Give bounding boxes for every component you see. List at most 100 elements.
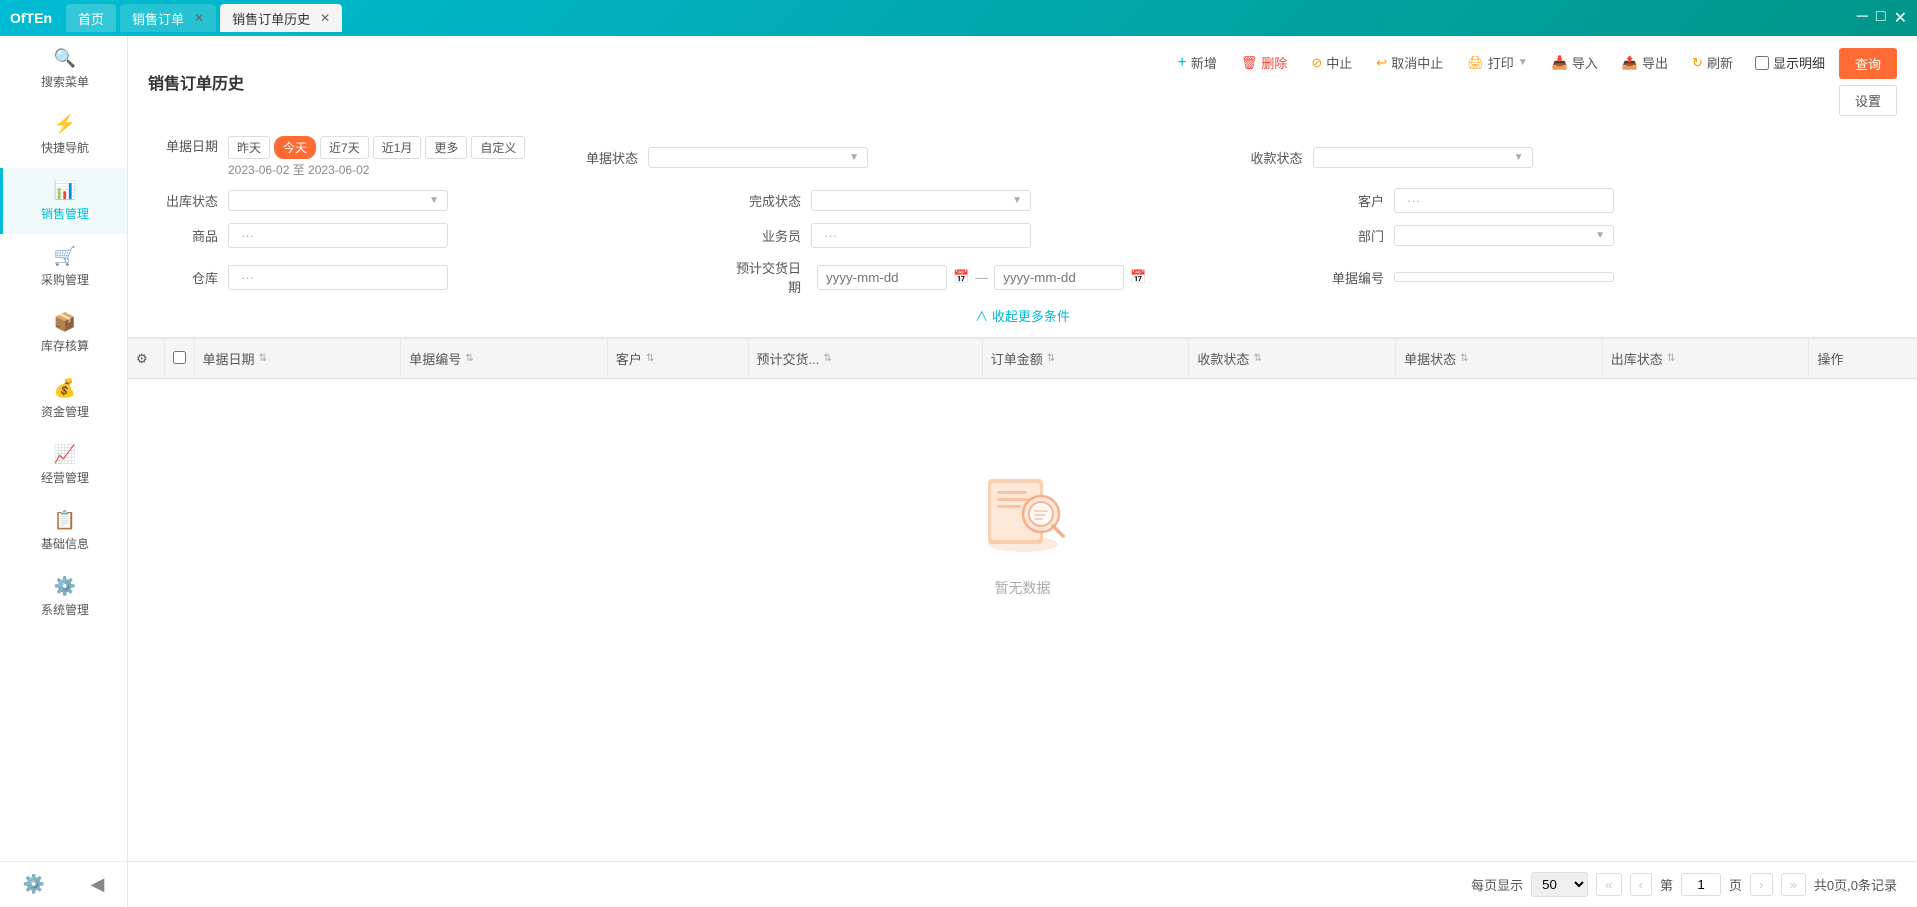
calendar-from-icon[interactable]: 📅 [953, 269, 969, 285]
date-btn-today[interactable]: 今天 [274, 136, 316, 159]
date-btn-more[interactable]: 更多 [425, 136, 467, 159]
date-btn-1month[interactable]: 近1月 [373, 136, 422, 159]
collapse-up-icon: ∧ [975, 309, 988, 324]
order-no-sort-btn[interactable]: 单据编号 ⇅ [409, 349, 599, 368]
customer-dots-icon[interactable]: ··· [1407, 193, 1420, 208]
table-area: ⚙ 单据日期 ⇅ 单据编号 [128, 339, 1917, 861]
delivery-date-to-input[interactable] [994, 265, 1124, 290]
order-status-sort-btn[interactable]: 单据状态 ⇅ [1404, 349, 1594, 368]
complete-status-label: 完成状态 [731, 191, 811, 210]
new-icon: + [1177, 54, 1186, 72]
sidebar-item-operations-label: 经营管理 [41, 469, 89, 486]
new-button[interactable]: + 新增 [1167, 48, 1226, 77]
receipt-status-column-header: 收款状态 ⇅ [1189, 339, 1396, 379]
date-btn-yesterday[interactable]: 昨天 [228, 136, 270, 159]
delivery-date-col-label: 预计交货... [757, 349, 820, 368]
export-button[interactable]: 📤 导出 [1612, 48, 1678, 77]
calendar-to-icon[interactable]: 📅 [1130, 269, 1146, 285]
complete-status-select[interactable]: ▼ [811, 190, 1031, 211]
display-detail-checkbox[interactable] [1755, 56, 1769, 70]
settings-button[interactable]: 设置 [1839, 85, 1897, 116]
stop-icon: ⊘ [1311, 55, 1322, 71]
tab-history-close[interactable]: ✕ [320, 11, 330, 25]
prev-page-btn[interactable]: ‹ [1630, 873, 1652, 896]
brand-logo: OfTEn [10, 10, 52, 26]
tab-sales-order-close[interactable]: ✕ [194, 11, 204, 25]
query-button[interactable]: 查询 [1839, 48, 1897, 79]
page-label-before: 第 [1660, 875, 1673, 894]
collapse-button[interactable]: ∧ 收起更多条件 [975, 306, 1070, 325]
amount-sort-btn[interactable]: 订单金额 ⇅ [991, 349, 1181, 368]
outbound-status-select[interactable]: ▼ [228, 190, 448, 211]
total-records-text: 共0页,0条记录 [1814, 875, 1897, 894]
salesman-dots-icon[interactable]: ··· [824, 228, 837, 243]
cancel-stop-button[interactable]: ↩ 取消中止 [1366, 48, 1453, 77]
sidebar-item-quick-nav-label: 快捷导航 [41, 139, 89, 156]
outbound-status-sort-btn[interactable]: 出库状态 ⇅ [1611, 349, 1801, 368]
sidebar-item-search-menu[interactable]: 🔍 搜索菜单 [0, 36, 127, 102]
sidebar-settings-icon[interactable]: ⚙️ [23, 874, 45, 895]
sidebar-item-purchase-mgmt[interactable]: 🛒 采购管理 [0, 234, 127, 300]
customer-sort-btn[interactable]: 客户 ⇅ [616, 349, 740, 368]
table-settings-icon[interactable]: ⚙ [136, 351, 148, 366]
delivery-date-column-header: 预计交货... ⇅ [748, 339, 982, 379]
order-status-sort-icon: ⇅ [1460, 353, 1468, 364]
receipt-status-col-label: 收款状态 [1197, 349, 1249, 368]
refresh-button[interactable]: ↻ 刷新 [1682, 48, 1743, 77]
tab-sales-order[interactable]: 销售订单 ✕ [120, 4, 216, 32]
sidebar-item-base-info[interactable]: 📋 基础信息 [0, 498, 127, 564]
import-icon: 📥 [1552, 55, 1568, 71]
warehouse-dots-icon[interactable]: ··· [241, 270, 254, 285]
tab-home[interactable]: 首页 [66, 4, 116, 32]
goods-dots-icon[interactable]: ··· [241, 228, 254, 243]
sidebar-item-sales-mgmt[interactable]: 📊 销售管理 [0, 168, 127, 234]
refresh-icon: ↻ [1692, 55, 1703, 71]
current-page-input[interactable] [1681, 873, 1721, 896]
new-label: 新增 [1191, 53, 1217, 72]
goods-select[interactable]: ··· [228, 223, 448, 248]
sidebar-item-inventory[interactable]: 📦 库存核算 [0, 300, 127, 366]
customer-select[interactable]: ··· [1394, 188, 1614, 213]
data-table: ⚙ 单据日期 ⇅ 单据编号 [128, 339, 1917, 678]
sidebar-item-operations[interactable]: 📈 经营管理 [0, 432, 127, 498]
sidebar-collapse-icon[interactable]: ◀ [90, 874, 104, 895]
sidebar-item-sys-mgmt[interactable]: ⚙️ 系统管理 [0, 564, 127, 630]
delete-button[interactable]: 🗑 删除 [1231, 48, 1298, 77]
tab-sales-order-history[interactable]: 销售订单历史 ✕ [220, 4, 342, 32]
export-icon: 📤 [1622, 55, 1638, 71]
select-all-checkbox[interactable] [173, 351, 186, 364]
first-page-btn[interactable]: « [1596, 873, 1621, 896]
date-btn-7days[interactable]: 近7天 [320, 136, 369, 159]
date-range-text: 2023-06-02 至 2023-06-02 [228, 161, 525, 178]
dept-select[interactable]: ▼ [1394, 225, 1614, 246]
customer-col-label: 客户 [616, 349, 642, 368]
sidebar-item-quick-nav[interactable]: ⚡ 快捷导航 [0, 102, 127, 168]
operations-column-header: 操作 [1809, 339, 1917, 379]
delivery-date-from-input[interactable] [817, 265, 947, 290]
receipt-status-sort-btn[interactable]: 收款状态 ⇅ [1197, 349, 1387, 368]
window-min-icon[interactable]: ─ [1857, 8, 1868, 28]
print-button[interactable]: 🖨 打印 ▼ [1457, 48, 1537, 77]
salesman-select[interactable]: ··· [811, 223, 1031, 248]
sidebar-item-finance[interactable]: 💰 资金管理 [0, 366, 127, 432]
receipt-status-select[interactable]: ▼ [1313, 147, 1533, 168]
order-status-select[interactable]: ▼ [648, 147, 868, 168]
window-max-icon[interactable]: □ [1876, 8, 1886, 28]
order-no-col-label: 单据编号 [409, 349, 461, 368]
date-sort-btn[interactable]: 单据日期 ⇅ [203, 349, 393, 368]
window-close-icon[interactable]: ✕ [1894, 8, 1907, 28]
filter-row-3: 商品 ··· 业务员 ··· 部门 [148, 223, 1897, 248]
sidebar-item-sales-mgmt-label: 销售管理 [41, 205, 89, 222]
base-info-icon: 📋 [54, 510, 76, 531]
stop-button[interactable]: ⊘ 中止 [1301, 48, 1362, 77]
date-btn-custom[interactable]: 自定义 [471, 136, 525, 159]
last-page-btn[interactable]: » [1781, 873, 1806, 896]
warehouse-select[interactable]: ··· [228, 265, 448, 290]
delete-icon: 🗑 [1241, 55, 1258, 71]
order-status-arrow-icon: ▼ [849, 152, 859, 163]
order-no-input[interactable] [1394, 272, 1614, 282]
import-button[interactable]: 📥 导入 [1542, 48, 1608, 77]
page-size-select[interactable]: 50 10 20 100 [1531, 872, 1588, 897]
delivery-date-sort-btn[interactable]: 预计交货... ⇅ [757, 349, 974, 368]
next-page-btn[interactable]: › [1750, 873, 1772, 896]
